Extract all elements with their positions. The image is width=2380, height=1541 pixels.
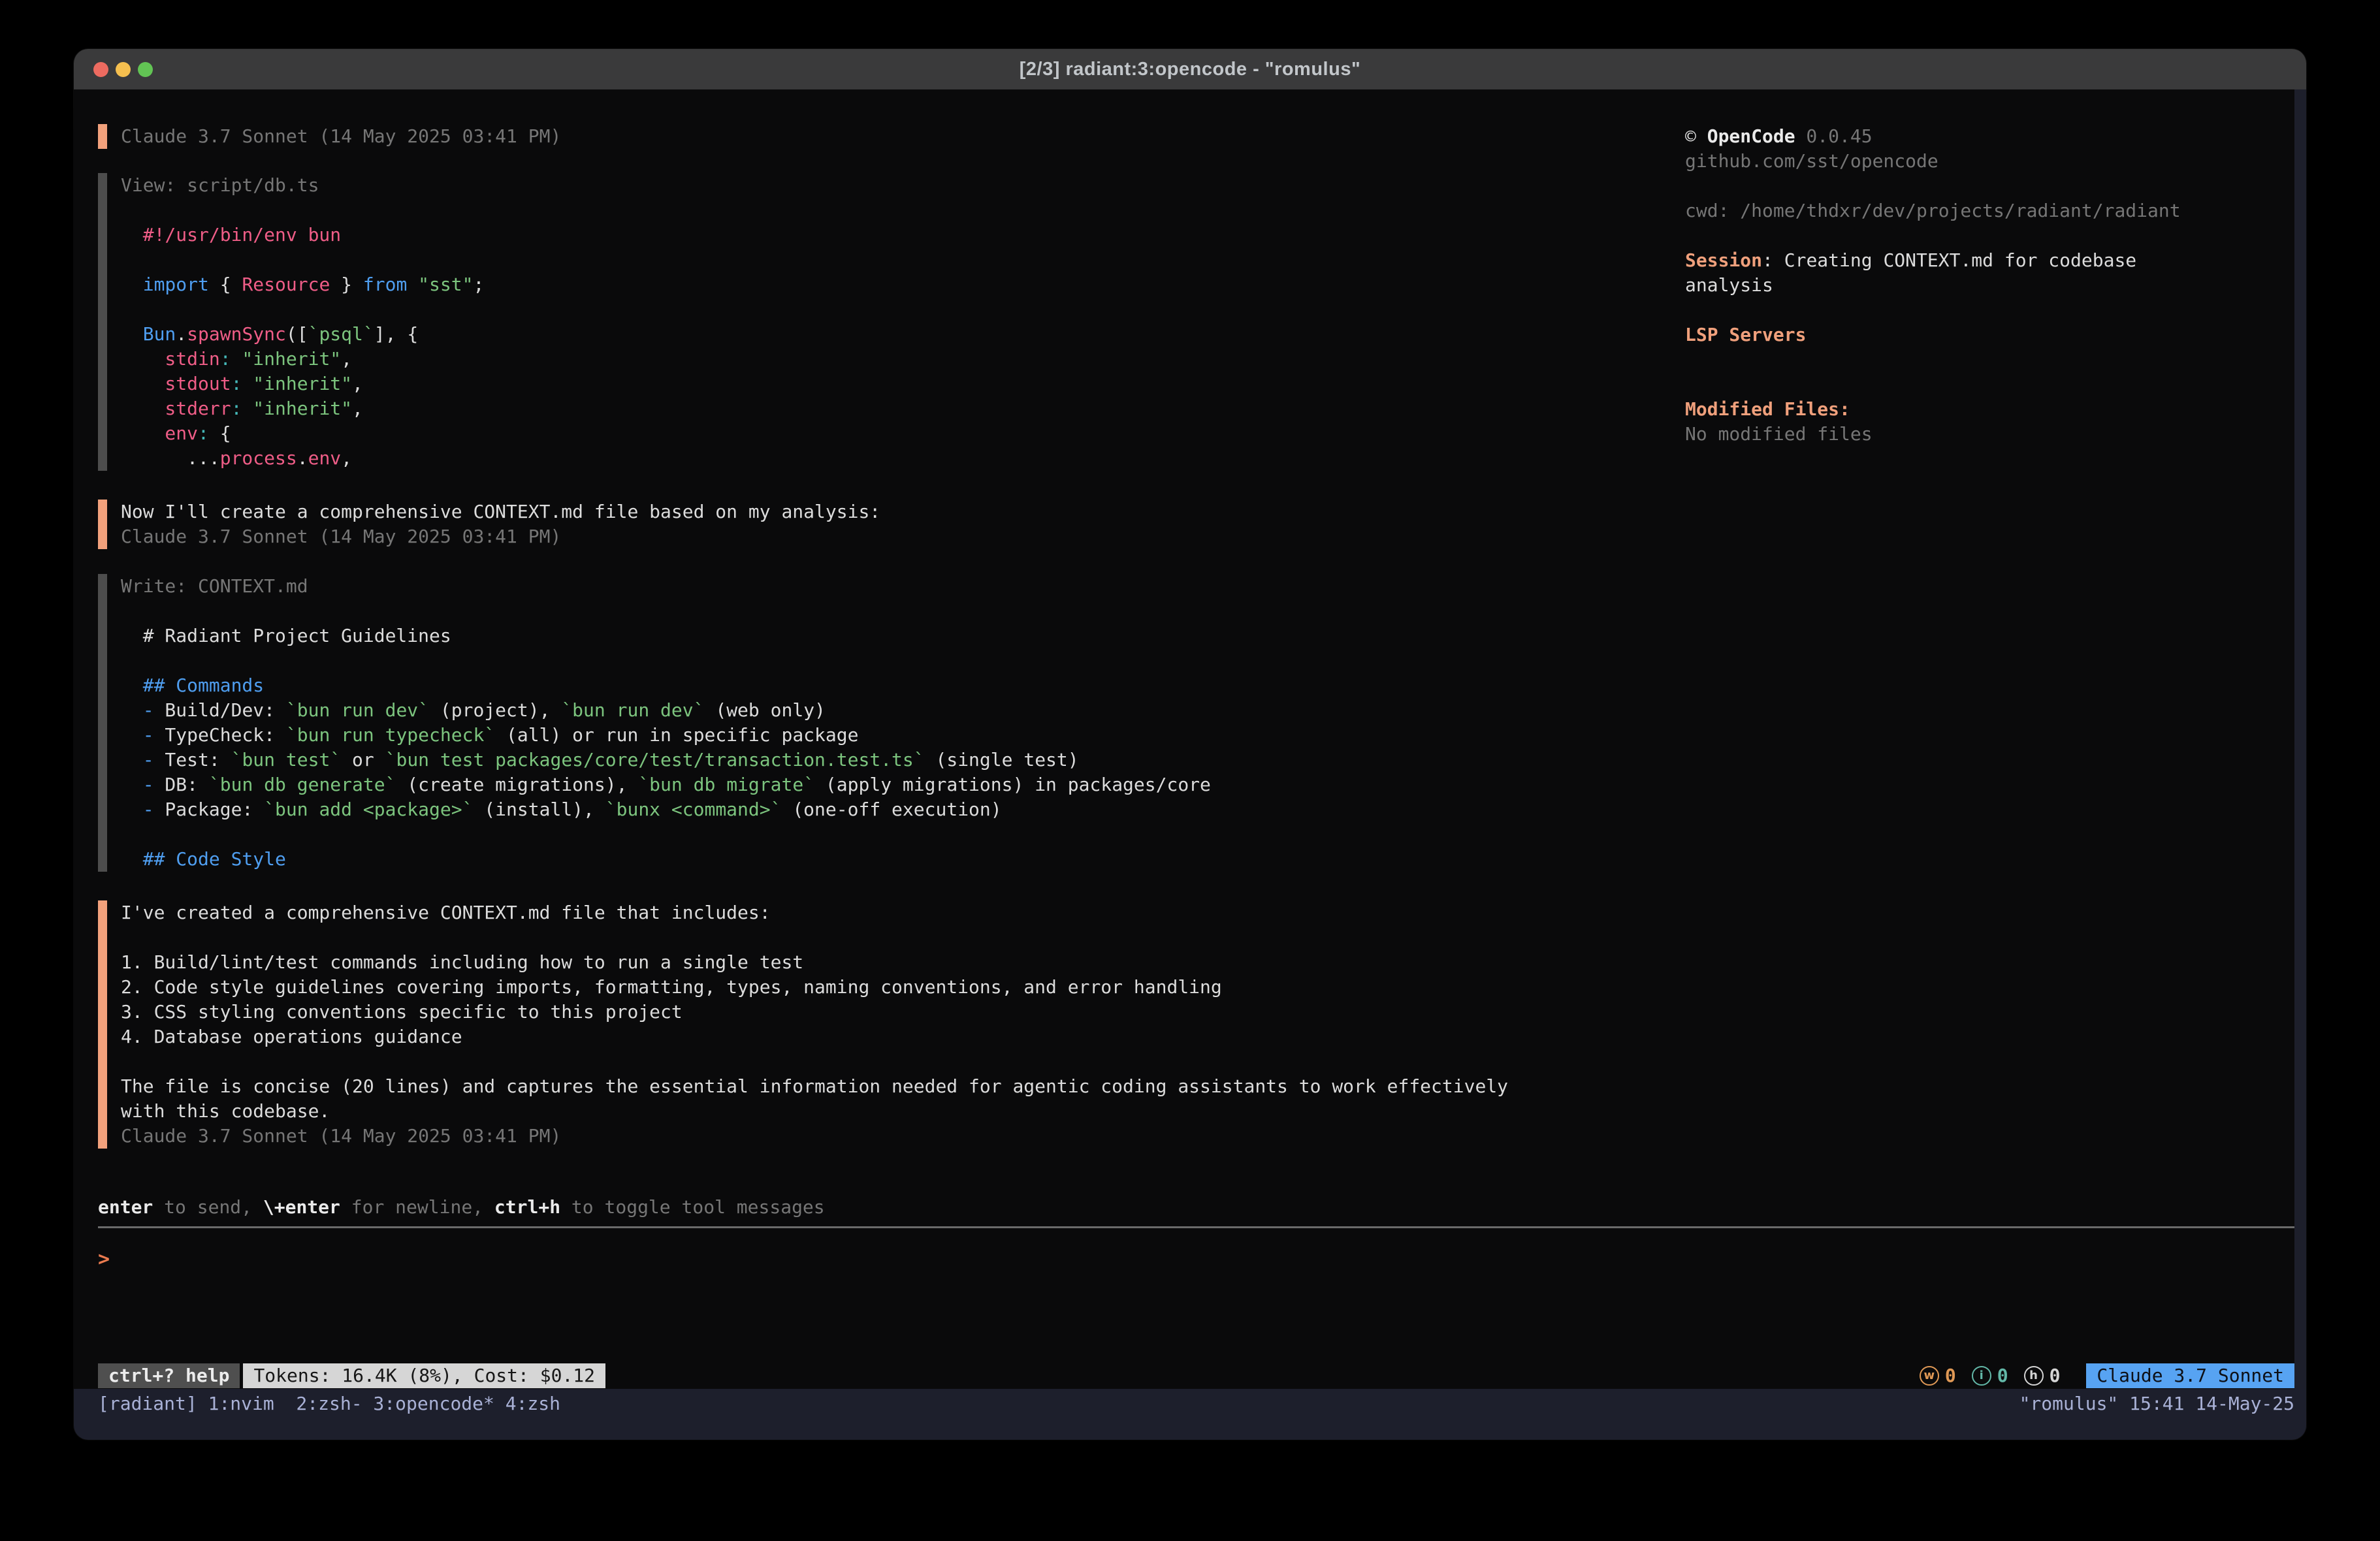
status-spacer bbox=[605, 1363, 1920, 1388]
assistant-message: I've created a comprehensive CONTEXT.md … bbox=[98, 900, 1508, 1149]
terminal-line: stderr: "inherit", bbox=[121, 396, 484, 421]
input-divider bbox=[98, 1226, 2294, 1228]
terminal-line: - DB: `bun db generate` (create migratio… bbox=[121, 772, 1211, 797]
terminal-line: - Test: `bun test` or `bun test packages… bbox=[121, 748, 1211, 772]
terminal-line bbox=[1685, 298, 2247, 323]
terminal-line bbox=[121, 198, 484, 223]
terminal-line bbox=[1685, 347, 2247, 372]
tokens-cost-badge: Tokens: 16.4K (8%), Cost: $0.12 bbox=[243, 1363, 605, 1388]
terminal-line bbox=[121, 925, 1508, 950]
diagnostics-counters: w0i0h0 bbox=[1920, 1363, 2061, 1388]
diagnostic-i-counter: i0 bbox=[1972, 1363, 2008, 1388]
terminal-line: 1. Build/lint/test commands including ho… bbox=[121, 950, 1508, 975]
terminal-line: stdin: "inherit", bbox=[121, 347, 484, 372]
window-titlebar[interactable]: [2/3] radiant:3:opencode - "romulus" bbox=[74, 49, 2306, 90]
terminal-line: ## Commands bbox=[121, 673, 1211, 698]
minimize-button[interactable] bbox=[116, 62, 131, 77]
assistant-message: Now I'll create a comprehensive CONTEXT.… bbox=[98, 500, 880, 549]
terminal-line: analysis bbox=[1685, 273, 2247, 298]
terminal-line: with this codebase. bbox=[121, 1099, 1508, 1124]
traffic-lights bbox=[93, 49, 153, 89]
terminal-line: Claude 3.7 Sonnet (14 May 2025 03:41 PM) bbox=[121, 124, 561, 149]
terminal-line bbox=[1685, 372, 2247, 397]
terminal-line bbox=[121, 599, 1211, 624]
terminal-line bbox=[121, 822, 1211, 847]
terminal-line: stdout: "inherit", bbox=[121, 372, 484, 396]
terminal-line: import { Resource } from "sst"; bbox=[121, 272, 484, 297]
window-title: [2/3] radiant:3:opencode - "romulus" bbox=[1020, 59, 1360, 80]
diagnostic-i-icon: i bbox=[1972, 1366, 1991, 1386]
terminal-line: View: script/db.ts bbox=[121, 173, 484, 198]
terminal-line: Write: CONTEXT.md bbox=[121, 574, 1211, 599]
tool-output: View: script/db.ts #!/usr/bin/env bun im… bbox=[98, 173, 484, 471]
terminal-line: env: { bbox=[121, 421, 484, 446]
terminal-line: The file is concise (20 lines) and captu… bbox=[121, 1074, 1508, 1099]
terminal-line bbox=[1685, 174, 2247, 199]
model-badge[interactable]: Claude 3.7 Sonnet bbox=[2086, 1363, 2294, 1388]
help-badge[interactable]: ctrl+? help bbox=[98, 1363, 240, 1388]
diagnostic-count: 0 bbox=[2050, 1363, 2061, 1388]
terminal-line: - Package: `bun add <package>` (install)… bbox=[121, 797, 1211, 822]
terminal-line bbox=[1685, 223, 2247, 248]
diagnostic-w-counter: w0 bbox=[1920, 1363, 1956, 1388]
diagnostic-w-icon: w bbox=[1920, 1366, 1939, 1386]
terminal-line: enter to send, \+enter for newline, ctrl… bbox=[98, 1195, 825, 1220]
zoom-button[interactable] bbox=[138, 62, 153, 77]
terminal-line: LSP Servers bbox=[1685, 323, 2247, 347]
terminal-line: © OpenCode 0.0.45 bbox=[1685, 124, 2247, 149]
assistant-message: Claude 3.7 Sonnet (14 May 2025 03:41 PM) bbox=[98, 124, 561, 149]
terminal-line bbox=[121, 1049, 1508, 1074]
terminal-line: Claude 3.7 Sonnet (14 May 2025 03:41 PM) bbox=[121, 1124, 1508, 1149]
prompt-symbol: > bbox=[98, 1248, 110, 1271]
scrollbar-track[interactable] bbox=[2294, 89, 2306, 1440]
session-sidebar: © OpenCode 0.0.45github.com/sst/opencode… bbox=[1685, 124, 2247, 447]
terminal-line: 2. Code style guidelines covering import… bbox=[121, 975, 1508, 1000]
terminal-line: - Build/Dev: `bun run dev` (project), `b… bbox=[121, 698, 1211, 723]
terminal-line: I've created a comprehensive CONTEXT.md … bbox=[121, 900, 1508, 925]
tmux-window-list[interactable]: [radiant] 1:nvim 2:zsh- 3:opencode* 4:zs… bbox=[98, 1391, 560, 1440]
terminal-line: Claude 3.7 Sonnet (14 May 2025 03:41 PM) bbox=[121, 524, 880, 549]
terminal-line: 4. Database operations guidance bbox=[121, 1025, 1508, 1049]
terminal-line bbox=[121, 247, 484, 272]
terminal-window: [2/3] radiant:3:opencode - "romulus" Cla… bbox=[74, 49, 2306, 1440]
terminal-line: #!/usr/bin/env bun bbox=[121, 223, 484, 247]
prompt-input[interactable]: > bbox=[98, 1247, 110, 1272]
terminal-line: github.com/sst/opencode bbox=[1685, 149, 2247, 174]
terminal-line: Modified Files: bbox=[1685, 397, 2247, 422]
diagnostic-h-icon: h bbox=[2024, 1366, 2044, 1386]
diagnostic-count: 0 bbox=[1945, 1363, 1956, 1388]
terminal-line: - TypeCheck: `bun run typecheck` (all) o… bbox=[121, 723, 1211, 748]
status-bar: ctrl+? help Tokens: 16.4K (8%), Cost: $0… bbox=[98, 1363, 2294, 1388]
close-button[interactable] bbox=[93, 62, 108, 77]
keybinding-hint-bar: enter to send, \+enter for newline, ctrl… bbox=[98, 1195, 825, 1220]
terminal-line: Bun.spawnSync([`psql`], { bbox=[121, 322, 484, 347]
terminal-line: # Radiant Project Guidelines bbox=[121, 624, 1211, 648]
terminal-line bbox=[121, 648, 1211, 673]
terminal-line: cwd: /home/thdxr/dev/projects/radiant/ra… bbox=[1685, 199, 2247, 223]
diagnostic-count: 0 bbox=[1997, 1363, 2008, 1388]
tmux-status-bar: [radiant] 1:nvim 2:zsh- 3:opencode* 4:zs… bbox=[74, 1389, 2306, 1440]
terminal-line: Session: Creating CONTEXT.md for codebas… bbox=[1685, 248, 2247, 273]
terminal-content[interactable]: Claude 3.7 Sonnet (14 May 2025 03:41 PM)… bbox=[74, 89, 2306, 1440]
terminal-line bbox=[121, 297, 484, 322]
tmux-session-clock: "romulus" 15:41 14-May-25 bbox=[2019, 1391, 2294, 1440]
terminal-line: Now I'll create a comprehensive CONTEXT.… bbox=[121, 500, 880, 524]
diagnostic-h-counter: h0 bbox=[2024, 1363, 2061, 1388]
tool-output: Write: CONTEXT.md # Radiant Project Guid… bbox=[98, 574, 1211, 872]
terminal-line: ## Code Style bbox=[121, 847, 1211, 872]
terminal-line: 3. CSS styling conventions specific to t… bbox=[121, 1000, 1508, 1025]
terminal-line: No modified files bbox=[1685, 422, 2247, 447]
terminal-line: ...process.env, bbox=[121, 446, 484, 471]
